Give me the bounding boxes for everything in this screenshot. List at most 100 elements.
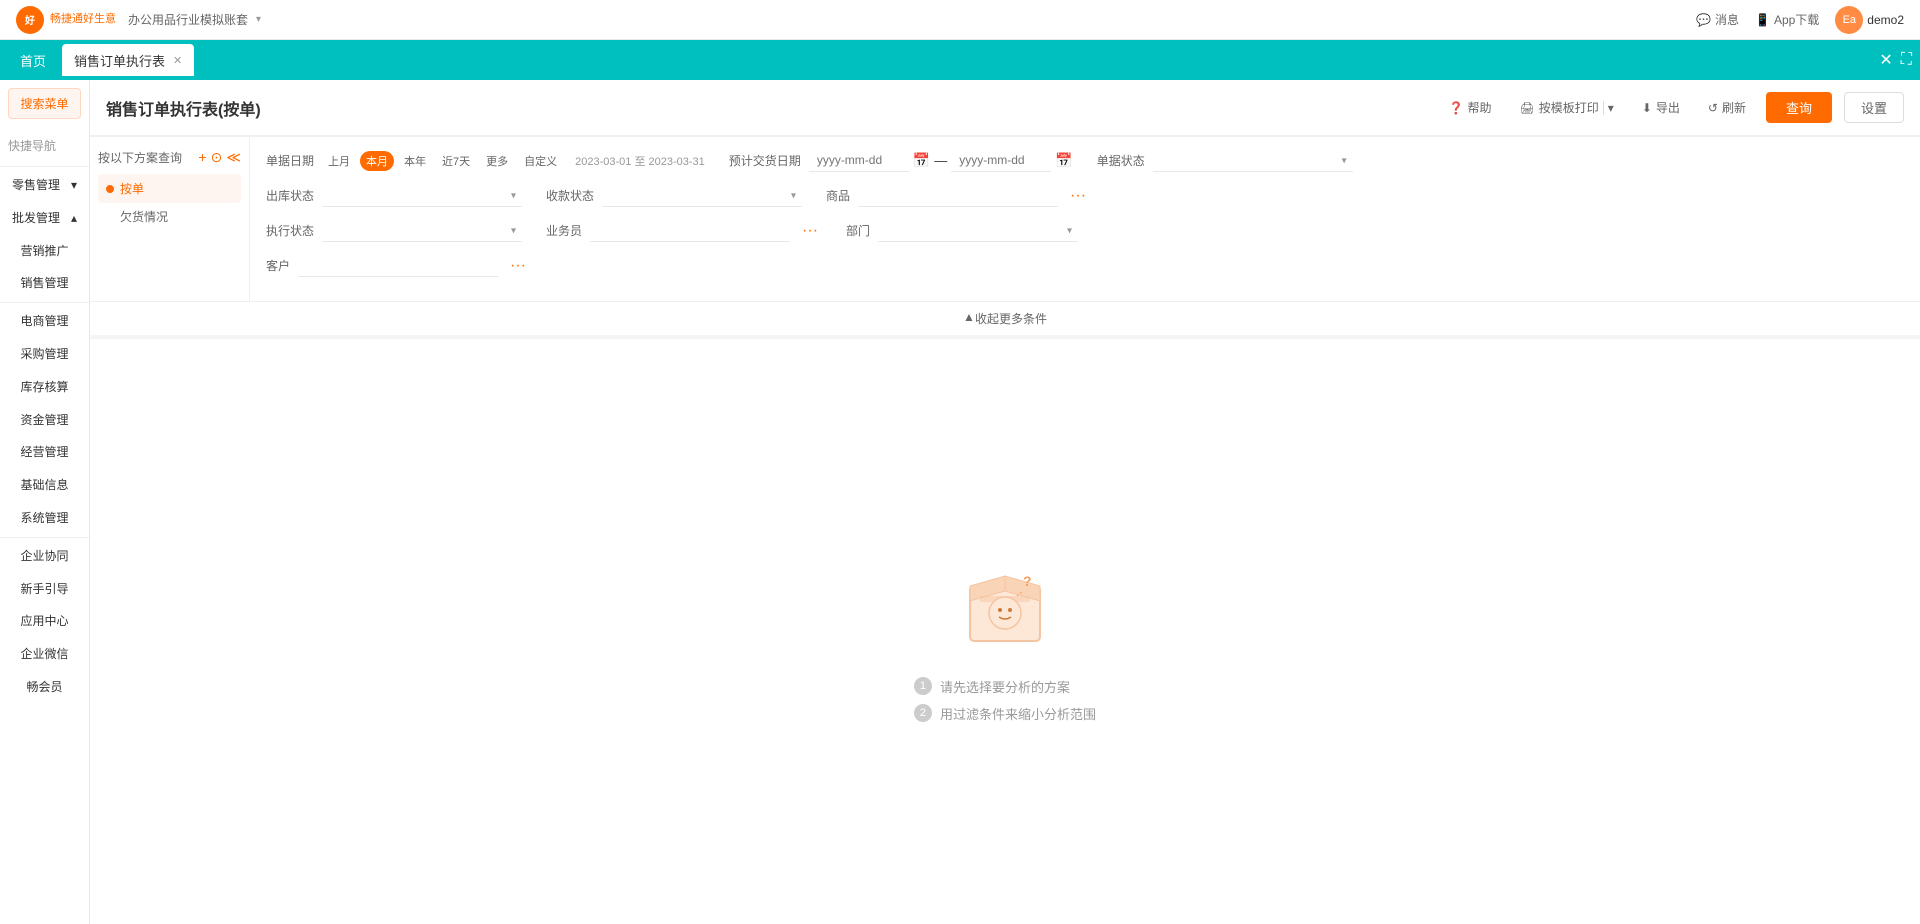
- tip-num-2: 2: [914, 704, 932, 722]
- finance-label: 资金管理: [20, 413, 68, 427]
- quick-nav-section: 快捷导航: [0, 127, 89, 164]
- customer-label: 客户: [266, 257, 290, 274]
- header-right: 💬 消息 📱 App下载 Ea demo2: [1696, 6, 1904, 34]
- scheme-collapse-button[interactable]: ≪: [226, 149, 241, 166]
- scheme-edit-button[interactable]: ⊙: [211, 149, 223, 166]
- sidebar-item-guide[interactable]: 新手引导: [0, 573, 89, 606]
- print-dropdown-icon[interactable]: ▾: [1603, 101, 1614, 115]
- shipment-status-label: 出库状态: [266, 187, 314, 204]
- quick-nav-title[interactable]: 快捷导航: [0, 131, 89, 160]
- delivery-start-input[interactable]: [809, 149, 909, 172]
- search-menu-button[interactable]: 搜索菜单: [8, 88, 81, 119]
- tab-expand-button[interactable]: ⛶: [1901, 51, 1912, 69]
- query-label: 查询: [1786, 101, 1812, 116]
- tab-sales-exec[interactable]: 销售订单执行表 ✕: [62, 44, 194, 76]
- date-separator: —: [934, 153, 947, 168]
- product-label: 商品: [826, 187, 850, 204]
- date-tag-本年[interactable]: 本年: [398, 151, 432, 171]
- sidebar-item-sales[interactable]: 销售管理: [0, 267, 89, 300]
- download-icon: 📱: [1755, 13, 1770, 27]
- product-more-button[interactable]: ···: [1066, 187, 1090, 205]
- sidebar-item-apps[interactable]: 应用中心: [0, 605, 89, 638]
- collapse-filter-button[interactable]: ▲ 收起更多条件: [90, 301, 1920, 335]
- retail-arrow-icon: ▾: [71, 177, 77, 194]
- date-tag-更多[interactable]: 更多: [480, 151, 514, 171]
- tab-home[interactable]: 首页: [8, 44, 58, 76]
- wholesale-arrow-icon: ▴: [71, 210, 77, 227]
- scheme-item-欠货情况[interactable]: 欠货情况: [98, 203, 241, 230]
- execution-status-select[interactable]: [322, 219, 522, 242]
- sidebar-item-purchase[interactable]: 采购管理: [0, 338, 89, 371]
- empty-icon: ?: [945, 541, 1065, 661]
- tab-bar: 首页 销售订单执行表 ✕ ✕ ⛶: [0, 40, 1920, 80]
- product-field: 商品 ···: [826, 184, 1090, 207]
- export-button[interactable]: ⬇ 导出: [1634, 95, 1688, 120]
- date-tag-本月[interactable]: 本月: [360, 151, 394, 171]
- sidebar-item-system[interactable]: 系统管理: [0, 502, 89, 535]
- customer-field: 客户 ···: [266, 254, 530, 277]
- execution-status-field: 执行状态: [266, 219, 522, 242]
- sidebar-item-ecommerce[interactable]: 电商管理: [0, 305, 89, 338]
- order-status-select[interactable]: [1153, 149, 1353, 172]
- sidebar-item-inventory[interactable]: 库存核算: [0, 371, 89, 404]
- query-button[interactable]: 查询: [1766, 92, 1832, 123]
- wechat-label: 企业微信: [20, 647, 68, 661]
- menu-dropdown-icon[interactable]: ▾: [256, 14, 261, 25]
- collection-status-select[interactable]: [602, 184, 802, 207]
- salesperson-more-button[interactable]: ···: [798, 222, 822, 240]
- message-button[interactable]: 💬 消息: [1696, 11, 1739, 28]
- date-tag-近7天[interactable]: 近7天: [436, 151, 476, 171]
- sidebar-item-operations[interactable]: 经营管理: [0, 436, 89, 469]
- customer-more-button[interactable]: ···: [506, 257, 530, 275]
- delivery-end-input[interactable]: [951, 149, 1051, 172]
- help-button[interactable]: ❓ 帮助: [1441, 95, 1500, 120]
- tip-text-1: 请先选择要分析的方案: [940, 677, 1070, 696]
- logo-area: 好 畅捷通好生意: [16, 6, 116, 34]
- collection-status-label: 收款状态: [546, 187, 594, 204]
- shipment-status-select[interactable]: [322, 184, 522, 207]
- settings-button[interactable]: 设置: [1844, 92, 1904, 123]
- empty-tip-2: 2 用过滤条件来缩小分析范围: [914, 704, 1096, 723]
- system-label: 系统管理: [20, 511, 68, 525]
- scheme-filter-layout: 按以下方案查询 + ⊙ ≪ 按单 欠货情况: [90, 136, 1920, 301]
- sidebar-search-area: 搜索菜单: [0, 80, 89, 127]
- tab-close-icon[interactable]: ✕: [173, 54, 182, 67]
- order-status-field: 单据状态: [1097, 149, 1353, 172]
- inventory-label: 库存核算: [20, 380, 68, 394]
- header-left: 好 畅捷通好生意 办公用品行业模拟账套 ▾: [16, 6, 261, 34]
- sidebar-item-basic[interactable]: 基础信息: [0, 469, 89, 502]
- delivery-end-calendar-icon[interactable]: 📅: [1055, 152, 1072, 169]
- tab-close-button[interactable]: ✕: [1879, 50, 1892, 70]
- sidebar-item-wechat[interactable]: 企业微信: [0, 638, 89, 671]
- product-input[interactable]: [858, 184, 1058, 207]
- sales-tab-label: 销售订单执行表: [74, 51, 165, 70]
- department-select[interactable]: [878, 219, 1078, 242]
- apps-label: 应用中心: [20, 614, 68, 628]
- sidebar-item-retail[interactable]: 零售管理 ▾: [0, 169, 89, 202]
- sidebar-item-marketing[interactable]: 营销推广: [0, 235, 89, 268]
- app-download-button[interactable]: 📱 App下载: [1755, 11, 1819, 28]
- scheme-item-按单[interactable]: 按单: [98, 174, 241, 203]
- date-tag-上月[interactable]: 上月: [322, 151, 356, 171]
- user-area[interactable]: Ea demo2: [1835, 6, 1904, 34]
- sidebar-item-enterprise[interactable]: 企业协同: [0, 540, 89, 573]
- empty-state: ? 1 请先选择要分析的方案 2: [90, 339, 1920, 924]
- department-label: 部门: [846, 222, 870, 239]
- sidebar-item-member[interactable]: 畅会员: [0, 671, 89, 704]
- delivery-start-calendar-icon[interactable]: 📅: [913, 152, 930, 169]
- date-label: 单据日期: [266, 152, 314, 169]
- collapse-label: 收起更多条件: [975, 310, 1047, 327]
- customer-input[interactable]: [298, 254, 498, 277]
- salesperson-input[interactable]: [590, 219, 790, 242]
- export-label: 导出: [1656, 99, 1680, 116]
- sidebar-item-finance[interactable]: 资金管理: [0, 404, 89, 437]
- sidebar-item-wholesale[interactable]: 批发管理 ▴: [0, 202, 89, 235]
- refresh-button[interactable]: ↺ 刷新: [1700, 95, 1754, 120]
- execution-status-select-wrapper: [322, 219, 522, 242]
- scheme-add-button[interactable]: +: [198, 149, 206, 166]
- date-tag-自定义[interactable]: 自定义: [518, 151, 563, 171]
- data-area: ? 1 请先选择要分析的方案 2: [90, 339, 1920, 924]
- main-layout: 搜索菜单 快捷导航 零售管理 ▾ 批发管理 ▴ 营销推广 销售管理 电商管理 采…: [0, 80, 1920, 924]
- print-button[interactable]: 🖨 按模板打印 ▾: [1512, 95, 1622, 120]
- tip-num-1: 1: [914, 677, 932, 695]
